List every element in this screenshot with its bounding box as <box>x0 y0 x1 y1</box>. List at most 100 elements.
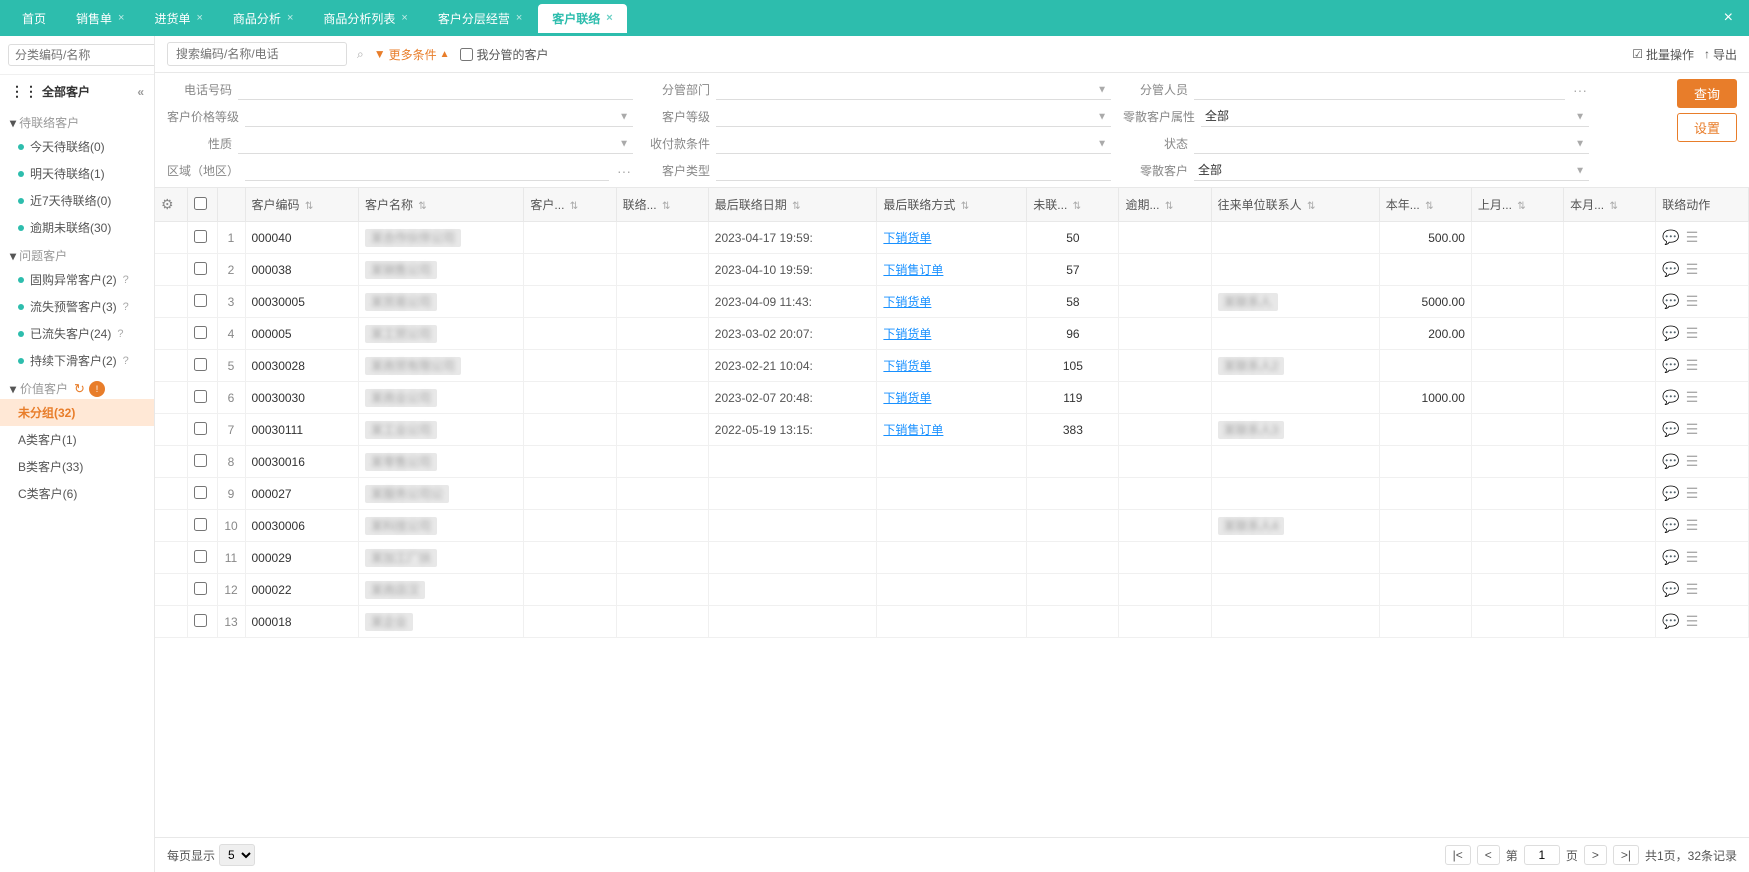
next-page-btn[interactable]: > <box>1584 845 1607 865</box>
region-dots[interactable]: ··· <box>615 163 633 179</box>
my-customers-check[interactable] <box>460 48 473 61</box>
col-no-contact[interactable]: 未联... ⇅ <box>1027 188 1119 222</box>
export-btn[interactable]: ↑ 导出 <box>1704 46 1737 63</box>
valuation-refresh-icon[interactable]: ↻ <box>74 381 85 397</box>
window-close-btn[interactable]: × <box>1716 9 1741 27</box>
prev-page-btn[interactable]: < <box>1477 845 1500 865</box>
contact-msg-icon[interactable]: 💬 <box>1662 549 1679 566</box>
sidebar-item-class-c[interactable]: C类客户(6) <box>0 480 154 507</box>
contact-msg-icon[interactable]: 💬 <box>1662 293 1679 310</box>
cust-level-select[interactable] <box>716 106 1111 127</box>
row-checkbox[interactable] <box>194 294 207 307</box>
page-size-select[interactable]: 50 100 200 <box>219 844 255 866</box>
col-overdue[interactable]: 逾期... ⇅ <box>1119 188 1211 222</box>
page-number-input[interactable] <box>1524 845 1560 865</box>
sidebar-item-7day-pending[interactable]: 近7天待联络(0) <box>0 187 154 214</box>
dept-select[interactable] <box>716 79 1111 100</box>
contact-msg-icon[interactable]: 💬 <box>1662 613 1679 630</box>
contact-msg-icon[interactable]: 💬 <box>1662 357 1679 374</box>
col-last-date[interactable]: 最后联络日期 ⇅ <box>708 188 877 222</box>
row-checkbox[interactable] <box>194 454 207 467</box>
more-conditions-btn[interactable]: ▼ 更多条件 ▲ <box>374 46 450 63</box>
row-checkbox[interactable] <box>194 326 207 339</box>
region-input[interactable] <box>245 160 609 181</box>
sidebar-item-churned[interactable]: 已流失客户(24) ? <box>0 320 154 347</box>
tab-home[interactable]: 首页 <box>8 4 60 33</box>
contact-msg-icon[interactable]: 💬 <box>1662 325 1679 342</box>
contact-grid-icon[interactable]: ☰ <box>1686 453 1699 470</box>
all-customers-header[interactable]: ⋮⋮ 全部客户 « <box>0 75 154 108</box>
first-page-btn[interactable]: |< <box>1445 845 1471 865</box>
contact-grid-icon[interactable]: ☰ <box>1686 357 1699 374</box>
col-contact[interactable]: 联络... ⇅ <box>616 188 708 222</box>
tab-purchase[interactable]: 进货单 × <box>140 4 216 33</box>
collapse-sidebar-icon[interactable]: « <box>137 85 144 99</box>
sidebar-item-ungrouped[interactable]: 未分组(32) <box>0 399 154 426</box>
sidebar-item-overdue-pending[interactable]: 逾期未联络(30) <box>0 214 154 241</box>
col-this-year[interactable]: 本年... ⇅ <box>1379 188 1471 222</box>
contact-msg-icon[interactable]: 💬 <box>1662 485 1679 502</box>
cust-type-input[interactable] <box>716 160 1111 181</box>
sidebar-item-today-pending[interactable]: 今天待联络(0) <box>0 133 154 160</box>
close-tab-customer-tier[interactable]: × <box>516 12 522 24</box>
contact-grid-icon[interactable]: ☰ <box>1686 549 1699 566</box>
close-tab-customer-contact[interactable]: × <box>606 12 612 24</box>
contact-msg-icon[interactable]: 💬 <box>1662 229 1679 246</box>
contact-grid-icon[interactable]: ☰ <box>1686 421 1699 438</box>
col-last-month[interactable]: 上月... ⇅ <box>1471 188 1563 222</box>
payment-select[interactable] <box>716 133 1111 154</box>
query-button[interactable]: 查询 <box>1677 79 1737 108</box>
tab-sales[interactable]: 销售单 × <box>62 4 138 33</box>
person-dots[interactable]: ··· <box>1571 82 1589 98</box>
contact-msg-icon[interactable]: 💬 <box>1662 453 1679 470</box>
tab-customer-tier[interactable]: 客户分层经营 × <box>424 4 536 33</box>
person-input[interactable] <box>1194 79 1565 100</box>
contact-grid-icon[interactable]: ☰ <box>1686 389 1699 406</box>
col-settings-btn[interactable]: ⚙ <box>161 196 174 213</box>
filter-search-icon[interactable]: ⌕ <box>357 47 364 62</box>
nature-select[interactable] <box>238 133 633 154</box>
close-tab-purchase[interactable]: × <box>196 12 202 24</box>
col-type[interactable]: 客户... ⇅ <box>524 188 616 222</box>
contact-grid-icon[interactable]: ☰ <box>1686 485 1699 502</box>
contact-grid-icon[interactable]: ☰ <box>1686 325 1699 342</box>
contact-grid-icon[interactable]: ☰ <box>1686 229 1699 246</box>
tab-customer-contact[interactable]: 客户联络 × <box>538 4 626 33</box>
sidebar-item-abnormal[interactable]: 固购异常客户(2) ? <box>0 266 154 293</box>
col-code[interactable]: 客户编码 ⇅ <box>245 188 358 222</box>
sidebar-item-tomorrow-pending[interactable]: 明天待联络(1) <box>0 160 154 187</box>
price-level-select[interactable] <box>245 106 633 127</box>
row-checkbox[interactable] <box>194 582 207 595</box>
row-checkbox[interactable] <box>194 358 207 371</box>
batch-ops-btn[interactable]: ☑ 批量操作 <box>1632 46 1694 63</box>
row-checkbox[interactable] <box>194 518 207 531</box>
phone-input[interactable] <box>238 79 633 100</box>
close-tab-product-analysis-list[interactable]: × <box>401 12 407 24</box>
contact-msg-icon[interactable]: 💬 <box>1662 421 1679 438</box>
tab-product-analysis[interactable]: 商品分析 × <box>219 4 307 33</box>
close-tab-sales[interactable]: × <box>118 12 124 24</box>
retail-attr-select[interactable]: 全部 <box>1201 106 1589 127</box>
row-checkbox[interactable] <box>194 550 207 563</box>
row-checkbox[interactable] <box>194 262 207 275</box>
sidebar-item-class-a[interactable]: A类客户(1) <box>0 426 154 453</box>
contact-grid-icon[interactable]: ☰ <box>1686 293 1699 310</box>
retail-select[interactable]: 全部 <box>1194 160 1589 181</box>
col-unit-contact[interactable]: 往来单位联系人 ⇅ <box>1211 188 1379 222</box>
sidebar-item-declining[interactable]: 持续下滑客户(2) ? <box>0 347 154 374</box>
contact-grid-icon[interactable]: ☰ <box>1686 261 1699 278</box>
tab-product-analysis-list[interactable]: 商品分析列表 × <box>309 4 421 33</box>
contact-grid-icon[interactable]: ☰ <box>1686 613 1699 630</box>
contact-msg-icon[interactable]: 💬 <box>1662 581 1679 598</box>
reset-button[interactable]: 设置 <box>1677 113 1737 142</box>
contact-grid-icon[interactable]: ☰ <box>1686 581 1699 598</box>
contact-grid-icon[interactable]: ☰ <box>1686 517 1699 534</box>
row-checkbox[interactable] <box>194 390 207 403</box>
row-checkbox[interactable] <box>194 614 207 627</box>
last-page-btn[interactable]: >| <box>1613 845 1639 865</box>
contact-msg-icon[interactable]: 💬 <box>1662 261 1679 278</box>
sidebar-item-churn-warning[interactable]: 流失预警客户(3) ? <box>0 293 154 320</box>
col-this-month[interactable]: 本月... ⇅ <box>1564 188 1656 222</box>
col-last-method[interactable]: 最后联络方式 ⇅ <box>877 188 1027 222</box>
contact-msg-icon[interactable]: 💬 <box>1662 389 1679 406</box>
